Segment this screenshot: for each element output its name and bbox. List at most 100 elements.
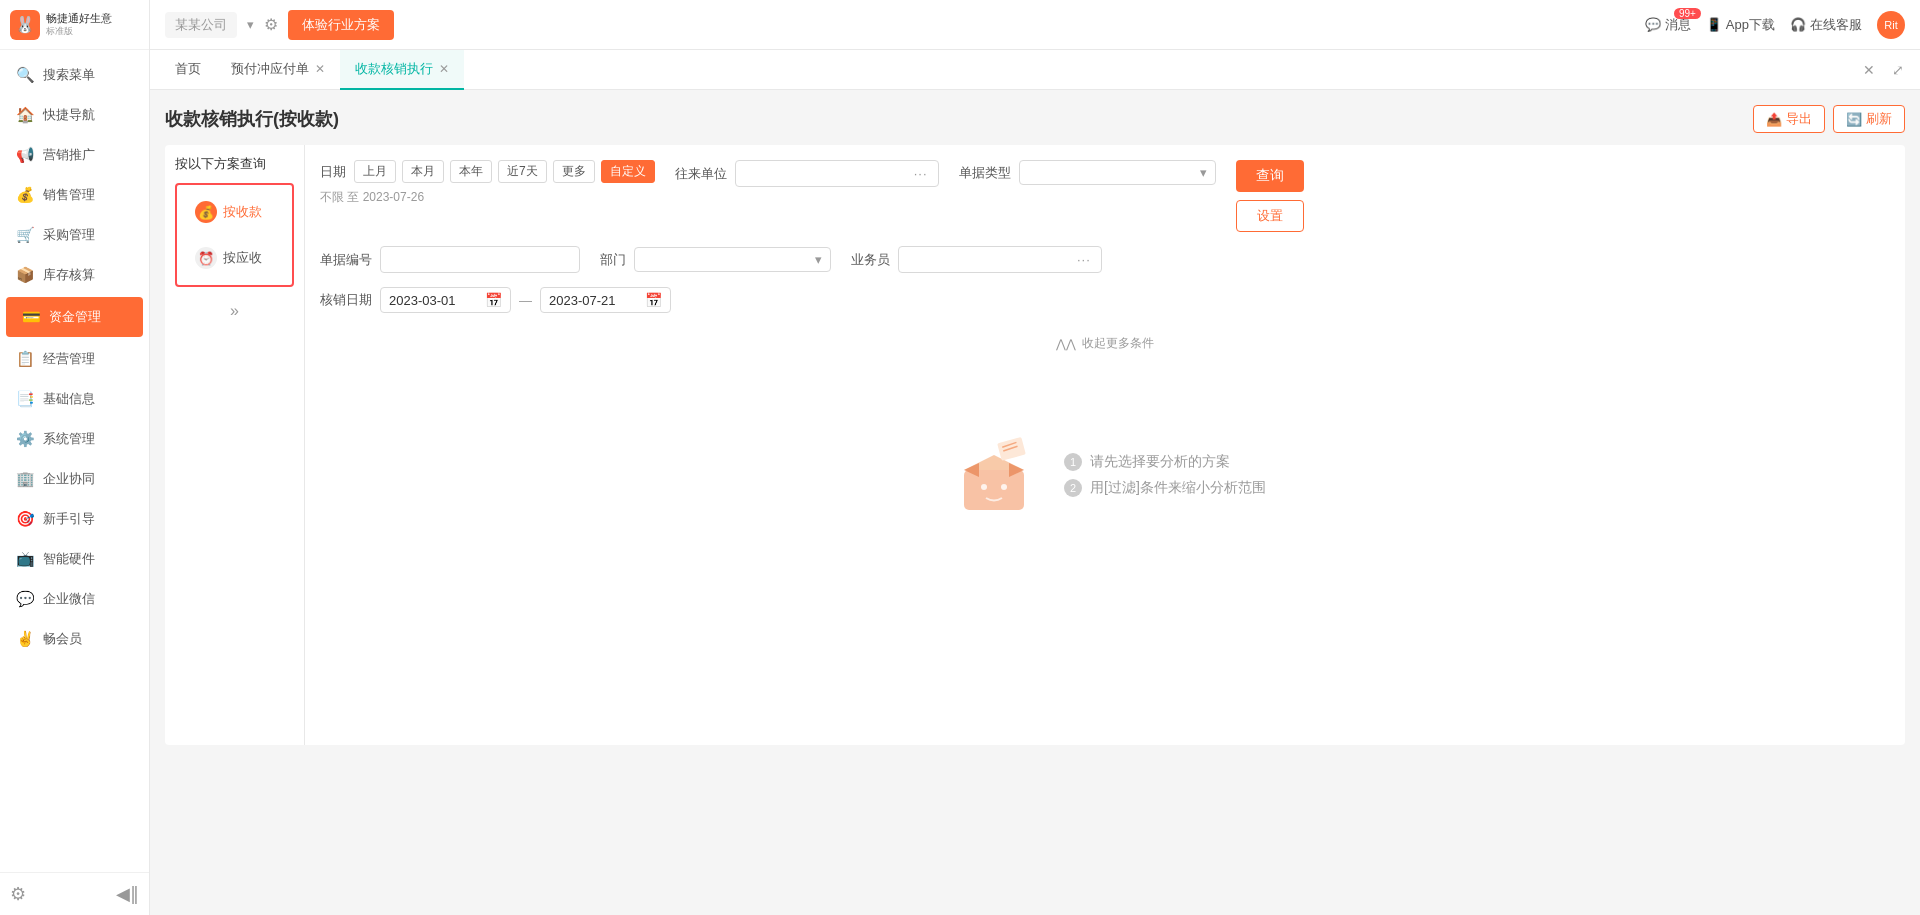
message-btn[interactable]: 💬 消息 99+ [1645, 16, 1691, 34]
enterprise-icon: 🏢 [15, 469, 35, 489]
date-btn-7days[interactable]: 近7天 [498, 160, 547, 183]
counterparty-dots-icon[interactable]: ··· [914, 166, 928, 181]
company-name[interactable]: 某某公司 [165, 12, 237, 38]
counterparty-input[interactable] [746, 166, 914, 181]
tab-expand[interactable]: ⤢ [1886, 58, 1910, 82]
sidebar-label-hardware: 智能硬件 [43, 550, 95, 568]
sidebar-item-search[interactable]: 🔍 搜索菜单 [0, 55, 149, 95]
tab-writeoff[interactable]: 收款核销执行 ✕ [340, 50, 464, 90]
industry-btn[interactable]: 体验行业方案 [288, 10, 394, 40]
date-btn-this-month[interactable]: 本月 [402, 160, 444, 183]
tab-home[interactable]: 首页 [160, 50, 216, 90]
sidebar-logo: 🐰 畅捷通好生意 标准版 [0, 0, 149, 50]
sidebar-label-purchase: 采购管理 [43, 226, 95, 244]
date-range-separator: — [519, 293, 532, 308]
marketing-icon: 📢 [15, 145, 35, 165]
online-service-btn[interactable]: 🎧 在线客服 [1790, 16, 1862, 34]
writeoff-date-end-input[interactable] [549, 293, 639, 308]
sidebar-item-enterprise[interactable]: 🏢 企业协同 [0, 459, 149, 499]
user-avatar[interactable]: Rit [1877, 11, 1905, 39]
purchase-icon: 🛒 [15, 225, 35, 245]
refresh-button[interactable]: 🔄 刷新 [1833, 105, 1905, 133]
sidebar-label-guide: 新手引导 [43, 510, 95, 528]
header-right: 💬 消息 99+ 📱 App下载 🎧 在线客服 Rit [1645, 11, 1905, 39]
app-icon: 📱 [1706, 17, 1722, 32]
sidebar: 🐰 畅捷通好生意 标准版 🔍 搜索菜单 🏠 快捷导航 📢 营销推广 💰 销售管理… [0, 0, 150, 915]
staff-dots-icon[interactable]: ··· [1077, 252, 1091, 267]
sidebar-item-marketing[interactable]: 📢 营销推广 [0, 135, 149, 175]
filter-panel: 按以下方案查询 💰 按收款 ⏰ 按应收 » [165, 145, 305, 745]
sidebar-label-marketing: 营销推广 [43, 146, 95, 164]
dept-field: 部门 ▾ [600, 247, 831, 272]
sidebar-item-guide[interactable]: 🎯 新手引导 [0, 499, 149, 539]
sidebar-item-finance[interactable]: 💳 资金管理 [6, 297, 143, 337]
query-button[interactable]: 查询 [1236, 160, 1304, 192]
sidebar-item-sales[interactable]: 💰 销售管理 [0, 175, 149, 215]
sidebar-item-inventory[interactable]: 📦 库存核算 [0, 255, 149, 295]
date-btn-last-month[interactable]: 上月 [354, 160, 396, 183]
tab-writeoff-close[interactable]: ✕ [439, 62, 449, 76]
tab-prepay[interactable]: 预付冲应付单 ✕ [216, 50, 340, 90]
receipt-option-icon: 💰 [195, 201, 217, 223]
inventory-icon: 📦 [15, 265, 35, 285]
sidebar-label-inventory: 库存核算 [43, 266, 95, 284]
calendar-start-icon[interactable]: 📅 [485, 292, 502, 308]
sidebar-item-basic[interactable]: 📑 基础信息 [0, 379, 149, 419]
finance-icon: 💳 [21, 307, 41, 327]
date-btn-custom[interactable]: 自定义 [601, 160, 655, 183]
sidebar-bottom: ⚙ ◀‖ [0, 872, 149, 915]
form-actions: 查询 设置 [1236, 160, 1304, 232]
app-download-btn[interactable]: 📱 App下载 [1706, 16, 1775, 34]
writeoff-date-field: 核销日期 📅 — 📅 [320, 287, 671, 313]
sidebar-label-search: 搜索菜单 [43, 66, 95, 84]
calendar-end-icon[interactable]: 📅 [645, 292, 662, 308]
sidebar-label-quick-nav: 快捷导航 [43, 106, 95, 124]
bill-no-input[interactable] [391, 252, 569, 267]
form-row-3: 核销日期 📅 — 📅 [320, 287, 1890, 313]
sidebar-item-hardware[interactable]: 📺 智能硬件 [0, 539, 149, 579]
sidebar-item-system[interactable]: ⚙️ 系统管理 [0, 419, 149, 459]
settings-icon[interactable]: ⚙ [10, 883, 26, 905]
dept-select[interactable]: ▾ [634, 247, 831, 272]
hint-text-1: 请先选择要分析的方案 [1090, 453, 1230, 471]
collapse-chevron-icon: » [230, 302, 239, 320]
dept-input[interactable] [643, 252, 811, 267]
date-range: 📅 — 📅 [380, 287, 671, 313]
sales-icon: 💰 [15, 185, 35, 205]
staff-input[interactable] [909, 252, 1077, 267]
sidebar-label-basic: 基础信息 [43, 390, 95, 408]
receivable-option-icon: ⏰ [195, 247, 217, 269]
bill-no-field: 单据编号 [320, 246, 580, 273]
tab-bar: 首页 预付冲应付单 ✕ 收款核销执行 ✕ ✕ ⤢ [150, 50, 1920, 90]
sidebar-item-quick-nav[interactable]: 🏠 快捷导航 [0, 95, 149, 135]
date-btn-this-year[interactable]: 本年 [450, 160, 492, 183]
filter-by-receivable[interactable]: ⏰ 按应收 [185, 239, 284, 277]
export-button[interactable]: 📤 导出 [1753, 105, 1825, 133]
collapse-sidebar-icon[interactable]: ◀‖ [116, 883, 139, 905]
bill-type-select[interactable]: ▾ [1019, 160, 1216, 185]
app-download-label: App下载 [1726, 16, 1775, 34]
hint-num-2: 2 [1064, 479, 1082, 497]
sidebar-item-wechat[interactable]: 💬 企业微信 [0, 579, 149, 619]
gear-icon[interactable]: ⚙ [264, 15, 278, 34]
filter-by-receipt[interactable]: 💰 按收款 [185, 193, 284, 231]
dropdown-chevron-icon[interactable]: ▾ [247, 17, 254, 32]
page-title-bar: 收款核销执行(按收款) 📤 导出 🔄 刷新 [165, 105, 1905, 133]
sidebar-item-member[interactable]: ✌️ 畅会员 [0, 619, 149, 659]
filter-collapse-btn[interactable]: » [175, 302, 294, 320]
logo-text-wrap: 畅捷通好生意 标准版 [46, 11, 112, 38]
top-header: 某某公司 ▾ ⚙ 体验行业方案 💬 消息 99+ 📱 App下载 🎧 在线客服 … [150, 0, 1920, 50]
sidebar-item-purchase[interactable]: 🛒 采购管理 [0, 215, 149, 255]
bill-type-field: 单据类型 ▾ [959, 160, 1216, 185]
date-btn-more[interactable]: 更多 [553, 160, 595, 183]
logo-title: 畅捷通好生意 [46, 11, 112, 25]
writeoff-date-start-input[interactable] [389, 293, 479, 308]
tab-close-all[interactable]: ✕ [1857, 58, 1881, 82]
tab-prepay-close[interactable]: ✕ [315, 62, 325, 76]
settings-button[interactable]: 设置 [1236, 200, 1304, 232]
collapse-more-btn[interactable]: ⋀⋀ 收起更多条件 [1048, 327, 1162, 360]
svg-point-4 [981, 484, 987, 490]
sidebar-label-sales: 销售管理 [43, 186, 95, 204]
sidebar-item-operation[interactable]: 📋 经营管理 [0, 339, 149, 379]
bill-type-input[interactable] [1028, 165, 1196, 180]
